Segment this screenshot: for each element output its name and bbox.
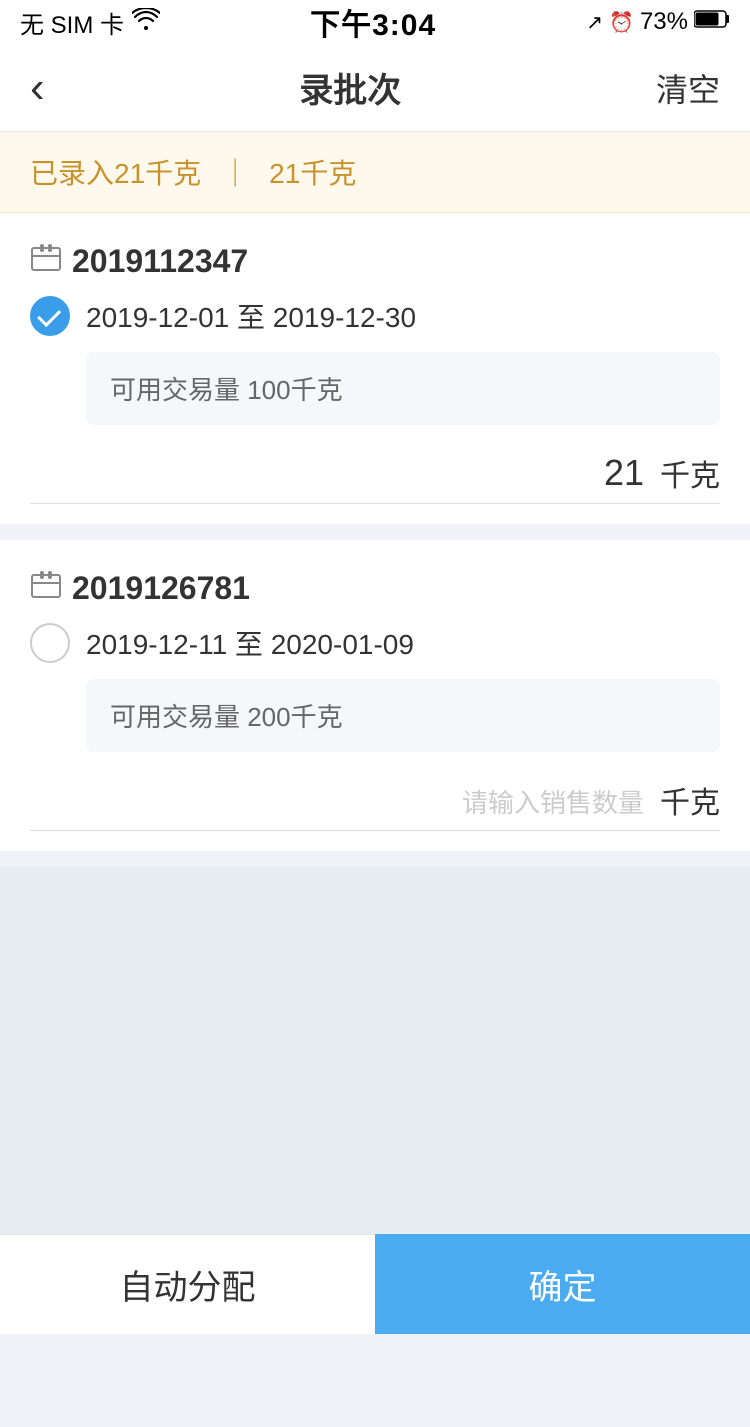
page-title: 录批次	[299, 63, 401, 112]
card-divider-2	[0, 851, 750, 867]
auto-assign-button[interactable]: 自动分配	[0, 1234, 375, 1334]
summary-divider: ｜	[221, 152, 249, 192]
batch-date-row-2: 2019-12-11 至 2020-01-09	[30, 623, 720, 663]
status-time: 下午3:04	[310, 0, 436, 44]
batch-qty-2: 可用交易量 200千克	[86, 679, 720, 752]
summary-banner: 已录入21千克 ｜ 21千克	[0, 132, 750, 213]
batch-qty-1: 可用交易量 100千克	[86, 352, 720, 425]
batch-radio-1[interactable]	[30, 296, 70, 336]
bottom-bar: 自动分配 确定	[0, 1234, 750, 1334]
status-left: 无 SIM 卡	[20, 5, 160, 40]
bottom-spacer	[0, 1327, 750, 1427]
wifi-icon	[132, 8, 160, 37]
status-right: ↗ ⏰ 73%	[586, 8, 730, 36]
batch-header-2: 2019126781	[30, 570, 720, 607]
batch-header-1: 2019112347	[30, 243, 720, 280]
batch-icon-1	[30, 244, 62, 280]
carrier-label: 无 SIM 卡	[20, 5, 124, 40]
batch-icon-2	[30, 571, 62, 607]
total-label: 21千克	[269, 152, 356, 192]
recorded-label: 已录入21千克	[30, 152, 201, 192]
clear-button[interactable]: 清空	[656, 65, 720, 111]
batch-date-1: 2019-12-01 至 2019-12-30	[86, 296, 416, 336]
batch-sales-input-2[interactable]	[444, 779, 644, 821]
status-bar: 无 SIM 卡 下午3:04 ↗ ⏰ 73%	[0, 0, 750, 44]
batch-unit-2: 千克	[660, 778, 720, 822]
batch-unit-1: 千克	[660, 451, 720, 495]
batch-date-row-1: 2019-12-01 至 2019-12-30	[30, 296, 720, 336]
batch-card-1: 2019112347 2019-12-01 至 2019-12-30 可用交易量…	[0, 213, 750, 524]
battery-label: 73%	[640, 8, 688, 36]
batch-card-2: 2019126781 2019-12-11 至 2020-01-09 可用交易量…	[0, 540, 750, 851]
batch-id-2: 2019126781	[72, 570, 250, 607]
alarm-icon: ⏰	[609, 10, 634, 35]
input-underline-1: 21 千克	[30, 435, 720, 504]
battery-icon	[694, 8, 730, 36]
confirm-button[interactable]: 确定	[375, 1234, 750, 1334]
location-icon: ↗	[586, 10, 603, 35]
batch-date-2: 2019-12-11 至 2020-01-09	[86, 623, 414, 663]
batch-id-1: 2019112347	[72, 243, 248, 280]
back-button[interactable]: ‹	[30, 63, 45, 113]
batch-input-value-1: 21	[604, 452, 644, 494]
card-divider-1	[0, 524, 750, 540]
batch-input-row-2: 千克	[30, 762, 720, 830]
input-underline-2: 千克	[30, 762, 720, 831]
nav-bar: ‹ 录批次 清空	[0, 44, 750, 132]
batch-radio-2[interactable]	[30, 623, 70, 663]
batch-input-row-1: 21 千克	[30, 435, 720, 503]
